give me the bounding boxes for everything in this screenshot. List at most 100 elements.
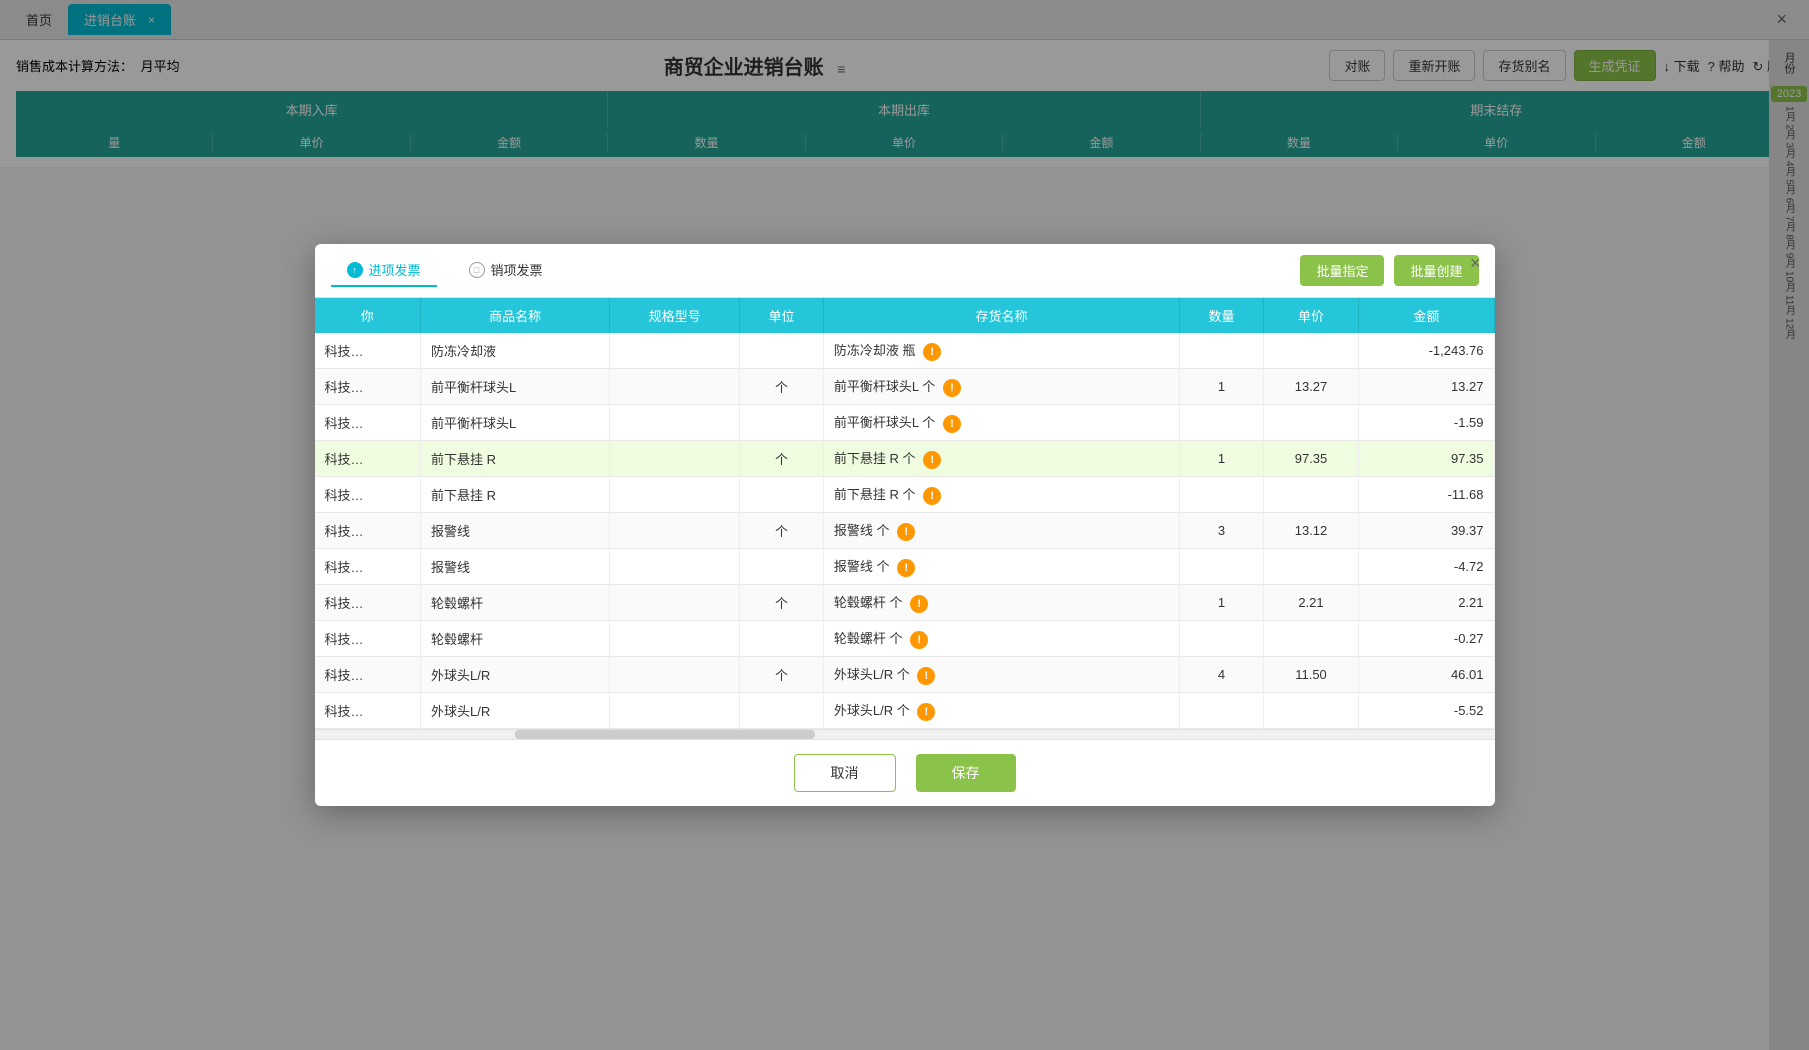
cell-supplier: 科技… bbox=[315, 585, 421, 621]
cell-spec bbox=[610, 513, 740, 549]
cell-inventory: 前下悬挂 R 个 ! bbox=[823, 441, 1179, 477]
cell-qty: 1 bbox=[1180, 441, 1264, 477]
cancel-button[interactable]: 取消 bbox=[794, 754, 896, 792]
table-row: 科技… 防冻冷却液 防冻冷却液 瓶 ! -1,243.76 bbox=[315, 333, 1495, 369]
table-row: 科技… 前平衡杆球头L 前平衡杆球头L 个 ! -1.59 bbox=[315, 405, 1495, 441]
cell-spec bbox=[610, 405, 740, 441]
cell-qty bbox=[1180, 549, 1264, 585]
cell-supplier: 科技… bbox=[315, 405, 421, 441]
batch-assign-button[interactable]: 批量指定 bbox=[1300, 255, 1384, 286]
table-row: 科技… 前下悬挂 R 前下悬挂 R 个 ! -11.68 bbox=[315, 477, 1495, 513]
cell-amount: -1.59 bbox=[1359, 405, 1494, 441]
cell-supplier: 科技… bbox=[315, 333, 421, 369]
warning-icon: ! bbox=[897, 559, 915, 577]
cell-unit: 个 bbox=[740, 657, 824, 693]
cell-amount: 46.01 bbox=[1359, 657, 1494, 693]
th-spec: 规格型号 bbox=[610, 298, 740, 333]
cell-spec bbox=[610, 621, 740, 657]
cell-price bbox=[1263, 549, 1358, 585]
cell-unit: 个 bbox=[740, 513, 824, 549]
warning-icon: ! bbox=[897, 523, 915, 541]
table-row: 科技… 报警线 报警线 个 ! -4.72 bbox=[315, 549, 1495, 585]
cell-inventory: 轮毂螺杆 个 ! bbox=[823, 621, 1179, 657]
modal-close-button[interactable]: × bbox=[1470, 254, 1481, 272]
cell-inventory: 前平衡杆球头L 个 ! bbox=[823, 369, 1179, 405]
cell-spec bbox=[610, 549, 740, 585]
th-qty: 数量 bbox=[1180, 298, 1264, 333]
warning-icon: ! bbox=[943, 415, 961, 433]
cell-amount: -5.52 bbox=[1359, 693, 1494, 729]
modal-overlay: ↑ 进项发票 □ 销项发票 批量指定 批量创建 × 你 商品名 bbox=[0, 0, 1809, 1050]
modal-tabs: ↑ 进项发票 □ 销项发票 bbox=[331, 254, 559, 287]
th-price: 单价 bbox=[1263, 298, 1358, 333]
cell-inventory: 外球头L/R 个 ! bbox=[823, 657, 1179, 693]
cell-spec bbox=[610, 333, 740, 369]
cell-qty bbox=[1180, 405, 1264, 441]
modal-footer: 取消 保存 bbox=[315, 739, 1495, 806]
cell-spec bbox=[610, 693, 740, 729]
cell-unit bbox=[740, 333, 824, 369]
th-unit: 单位 bbox=[740, 298, 824, 333]
incoming-tab-icon: ↑ bbox=[347, 262, 363, 278]
cell-product: 报警线 bbox=[420, 513, 609, 549]
cell-unit bbox=[740, 693, 824, 729]
save-button[interactable]: 保存 bbox=[916, 754, 1016, 792]
cell-supplier: 科技… bbox=[315, 549, 421, 585]
table-row: 科技… 前平衡杆球头L 个 前平衡杆球头L 个 ! 1 13.27 13.27 bbox=[315, 369, 1495, 405]
cell-price bbox=[1263, 333, 1358, 369]
warning-icon: ! bbox=[910, 595, 928, 613]
cell-qty: 1 bbox=[1180, 585, 1264, 621]
cell-product: 轮毂螺杆 bbox=[420, 621, 609, 657]
cell-price bbox=[1263, 693, 1358, 729]
cell-amount: 13.27 bbox=[1359, 369, 1494, 405]
th-inventory-name: 存货名称 bbox=[823, 298, 1179, 333]
cell-unit: 个 bbox=[740, 369, 824, 405]
table-row: 科技… 轮毂螺杆 个 轮毂螺杆 个 ! 1 2.21 2.21 bbox=[315, 585, 1495, 621]
cell-supplier: 科技… bbox=[315, 441, 421, 477]
warning-icon: ! bbox=[923, 487, 941, 505]
cell-product: 前下悬挂 R bbox=[420, 441, 609, 477]
warning-icon: ! bbox=[910, 631, 928, 649]
tab-incoming-invoice[interactable]: ↑ 进项发票 bbox=[331, 254, 437, 287]
tab-outgoing-invoice[interactable]: □ 销项发票 bbox=[453, 254, 559, 287]
modal-dialog: ↑ 进项发票 □ 销项发票 批量指定 批量创建 × 你 商品名 bbox=[315, 244, 1495, 806]
th-supplier: 你 bbox=[315, 298, 421, 333]
th-product-name: 商品名称 bbox=[420, 298, 609, 333]
cell-supplier: 科技… bbox=[315, 369, 421, 405]
cell-price: 11.50 bbox=[1263, 657, 1358, 693]
cell-inventory: 前下悬挂 R 个 ! bbox=[823, 477, 1179, 513]
cell-price bbox=[1263, 621, 1358, 657]
cell-amount: 2.21 bbox=[1359, 585, 1494, 621]
modal-header-actions: 批量指定 批量创建 bbox=[1300, 255, 1478, 286]
cell-product: 前下悬挂 R bbox=[420, 477, 609, 513]
cell-product: 防冻冷却液 bbox=[420, 333, 609, 369]
cell-supplier: 科技… bbox=[315, 657, 421, 693]
cell-amount: 97.35 bbox=[1359, 441, 1494, 477]
batch-create-button[interactable]: 批量创建 bbox=[1394, 255, 1478, 286]
table-header-row: 你 商品名称 规格型号 单位 存货名称 数量 单价 金额 bbox=[315, 298, 1495, 333]
cell-amount: -11.68 bbox=[1359, 477, 1494, 513]
table-row: 科技… 外球头L/R 个 外球头L/R 个 ! 4 11.50 46.01 bbox=[315, 657, 1495, 693]
table-wrapper[interactable]: 你 商品名称 规格型号 单位 存货名称 数量 单价 金额 科技… 防冻冷却液 bbox=[315, 298, 1495, 729]
cell-product: 前平衡杆球头L bbox=[420, 405, 609, 441]
cell-qty: 4 bbox=[1180, 657, 1264, 693]
cell-supplier: 科技… bbox=[315, 513, 421, 549]
cell-qty bbox=[1180, 693, 1264, 729]
cell-supplier: 科技… bbox=[315, 693, 421, 729]
warning-icon: ! bbox=[923, 451, 941, 469]
cell-supplier: 科技… bbox=[315, 621, 421, 657]
outgoing-tab-icon: □ bbox=[469, 262, 485, 278]
cell-product: 外球头L/R bbox=[420, 693, 609, 729]
cell-inventory: 防冻冷却液 瓶 ! bbox=[823, 333, 1179, 369]
cell-amount: 39.37 bbox=[1359, 513, 1494, 549]
horizontal-scrollbar[interactable] bbox=[315, 729, 1495, 739]
cell-qty bbox=[1180, 621, 1264, 657]
cell-spec bbox=[610, 477, 740, 513]
cell-qty: 1 bbox=[1180, 369, 1264, 405]
cell-product: 外球头L/R bbox=[420, 657, 609, 693]
scrollbar-thumb[interactable] bbox=[515, 730, 815, 739]
th-amount: 金额 bbox=[1359, 298, 1494, 333]
cell-unit bbox=[740, 621, 824, 657]
cell-spec bbox=[610, 585, 740, 621]
cell-spec bbox=[610, 441, 740, 477]
